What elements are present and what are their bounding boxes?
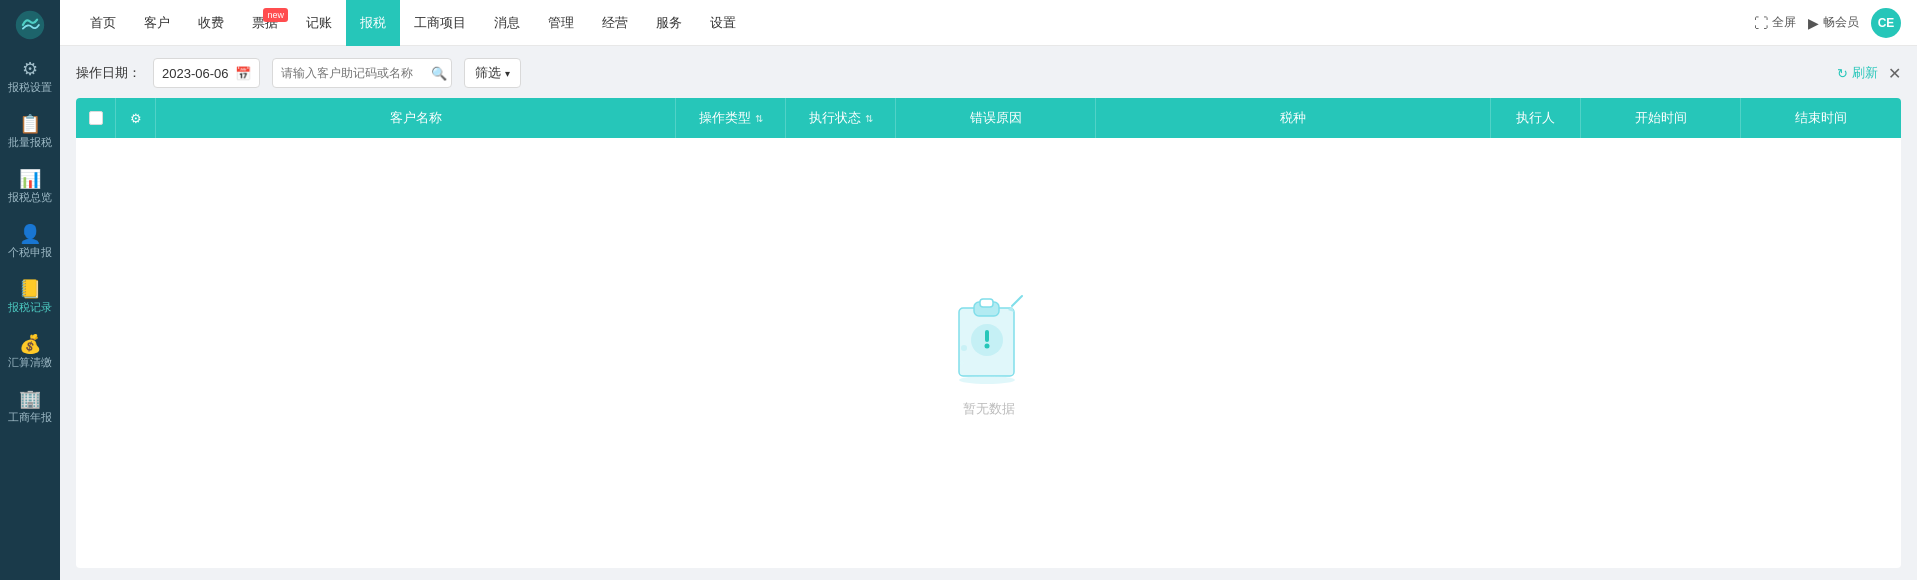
filter-label: 筛选 bbox=[475, 64, 501, 82]
refresh-label: 刷新 bbox=[1852, 64, 1878, 82]
play-icon: ▶ bbox=[1808, 15, 1819, 31]
date-picker[interactable]: 2023-06-06 📅 bbox=[153, 58, 260, 88]
filter-button[interactable]: 筛选 ▾ bbox=[464, 58, 521, 88]
sidebar-item-baoshui-zonglian[interactable]: 📊 报税总览 bbox=[0, 160, 60, 215]
chevron-down-icon: ▾ bbox=[505, 68, 510, 79]
sidebar-item-huisuan-jiaona[interactable]: 💰 汇算清缴 bbox=[0, 325, 60, 380]
sidebar-item-geshui-shenbao[interactable]: 👤 个税申报 bbox=[0, 215, 60, 270]
toolbar: 操作日期： 2023-06-06 📅 🔍 筛选 ▾ ↻ 刷新 ✕ bbox=[76, 58, 1901, 88]
sidebar-item-label: 批量报税 bbox=[8, 136, 52, 149]
table-header: ⚙ 客户名称 操作类型 ⇅ 执行状态 ⇅ 错误原因 税种 bbox=[76, 98, 1901, 138]
sort-icon: ⇅ bbox=[865, 113, 873, 124]
th-checkbox[interactable] bbox=[76, 98, 116, 138]
th-executor: 执行人 bbox=[1491, 98, 1581, 138]
member-label: 畅会员 bbox=[1823, 14, 1859, 31]
nav-item-shezhi[interactable]: 设置 bbox=[696, 0, 750, 46]
content-area: 操作日期： 2023-06-06 📅 🔍 筛选 ▾ ↻ 刷新 ✕ bbox=[60, 46, 1917, 580]
sidebar-logo bbox=[0, 0, 60, 50]
table-container: ⚙ 客户名称 操作类型 ⇅ 执行状态 ⇅ 错误原因 税种 bbox=[76, 98, 1901, 568]
new-badge: new bbox=[263, 8, 288, 23]
nav-item-kehu[interactable]: 客户 bbox=[130, 0, 184, 46]
th-start-time: 开始时间 bbox=[1581, 98, 1741, 138]
date-label: 操作日期： bbox=[76, 64, 141, 82]
nav-item-fuwu[interactable]: 服务 bbox=[642, 0, 696, 46]
sidebar-item-label: 报税记录 bbox=[8, 301, 52, 314]
refresh-icon: ↻ bbox=[1837, 66, 1848, 81]
baoshui-zonglian-icon: 📊 bbox=[19, 170, 41, 188]
empty-state: 暂无数据 bbox=[944, 288, 1034, 418]
baoshui-shezhi-icon: ⚙ bbox=[22, 60, 38, 78]
nav-item-xiaoxi[interactable]: 消息 bbox=[480, 0, 534, 46]
gongshang-nianbao-icon: 🏢 bbox=[19, 390, 41, 408]
nav-item-shoufei[interactable]: 收费 bbox=[184, 0, 238, 46]
sidebar-item-label: 工商年报 bbox=[8, 411, 52, 424]
nav-item-gongshang-xiangmu[interactable]: 工商项目 bbox=[400, 0, 480, 46]
sidebar-item-baoshui-jilu[interactable]: 📒 报税记录 bbox=[0, 270, 60, 325]
svg-point-9 bbox=[961, 345, 967, 351]
member-btn[interactable]: ▶ 畅会员 bbox=[1808, 14, 1859, 31]
th-gear[interactable]: ⚙ bbox=[116, 98, 156, 138]
search-box: 🔍 bbox=[272, 58, 452, 88]
sidebar: ⚙ 报税设置 📋 批量报税 📊 报税总览 👤 个税申报 📒 报税记录 💰 汇算清… bbox=[0, 0, 60, 580]
top-nav: 首页 客户 收费 票据 new 记账 报税 工商项目 消息 管理 经营 服务 设… bbox=[60, 0, 1917, 46]
sidebar-item-label: 报税设置 bbox=[8, 81, 52, 94]
calendar-icon: 📅 bbox=[235, 66, 251, 81]
sidebar-item-label: 个税申报 bbox=[8, 246, 52, 259]
th-error-reason: 错误原因 bbox=[896, 98, 1096, 138]
nav-item-guanli[interactable]: 管理 bbox=[534, 0, 588, 46]
nav-items: 首页 客户 收费 票据 new 记账 报税 工商项目 消息 管理 经营 服务 设… bbox=[76, 0, 1754, 46]
gear-icon: ⚙ bbox=[130, 111, 142, 126]
avatar[interactable]: CE bbox=[1871, 8, 1901, 38]
date-value: 2023-06-06 bbox=[162, 66, 229, 81]
sidebar-item-label: 汇算清缴 bbox=[8, 356, 52, 369]
fullscreen-label: 全屏 bbox=[1772, 14, 1796, 31]
sidebar-item-label: 报税总览 bbox=[8, 191, 52, 204]
nav-item-piaoju[interactable]: 票据 new bbox=[238, 0, 292, 46]
sidebar-item-gongshang-nianbao[interactable]: 🏢 工商年报 bbox=[0, 380, 60, 435]
nav-item-shouye[interactable]: 首页 bbox=[76, 0, 130, 46]
main-area: 首页 客户 收费 票据 new 记账 报税 工商项目 消息 管理 经营 服务 设… bbox=[60, 0, 1917, 580]
nav-item-baoshui[interactable]: 报税 bbox=[346, 0, 400, 46]
sort-icon: ⇅ bbox=[755, 113, 763, 124]
geshui-shenbao-icon: 👤 bbox=[19, 225, 41, 243]
svg-point-6 bbox=[984, 344, 989, 349]
fullscreen-btn[interactable]: ⛶ 全屏 bbox=[1754, 14, 1796, 31]
sidebar-item-baoshui-shezhi[interactable]: ⚙ 报税设置 bbox=[0, 50, 60, 105]
nav-item-jizhang[interactable]: 记账 bbox=[292, 0, 346, 46]
baoshui-jilu-icon: 📒 bbox=[19, 280, 41, 298]
svg-line-7 bbox=[1012, 296, 1022, 306]
sidebar-item-piliang-baoshui[interactable]: 📋 批量报税 bbox=[0, 105, 60, 160]
th-tax-type: 税种 bbox=[1096, 98, 1491, 138]
th-op-type[interactable]: 操作类型 ⇅ bbox=[676, 98, 786, 138]
close-icon: ✕ bbox=[1888, 65, 1901, 82]
nav-item-jingying[interactable]: 经营 bbox=[588, 0, 642, 46]
huisuan-jiaona-icon: 💰 bbox=[19, 335, 41, 353]
search-input[interactable] bbox=[281, 66, 431, 80]
empty-illustration bbox=[944, 288, 1034, 388]
th-end-time: 结束时间 bbox=[1741, 98, 1901, 138]
fullscreen-icon: ⛶ bbox=[1754, 15, 1768, 31]
svg-rect-3 bbox=[980, 299, 993, 307]
refresh-button[interactable]: ↻ 刷新 bbox=[1837, 64, 1878, 82]
svg-rect-5 bbox=[985, 330, 989, 342]
svg-point-11 bbox=[959, 376, 1015, 384]
th-exec-status[interactable]: 执行状态 ⇅ bbox=[786, 98, 896, 138]
empty-text: 暂无数据 bbox=[963, 400, 1015, 418]
close-button[interactable]: ✕ bbox=[1888, 64, 1901, 83]
piliang-baoshui-icon: 📋 bbox=[19, 115, 41, 133]
topnav-right: ⛶ 全屏 ▶ 畅会员 CE bbox=[1754, 8, 1901, 38]
th-client-name: 客户名称 bbox=[156, 98, 676, 138]
header-checkbox[interactable] bbox=[89, 111, 103, 125]
search-icon[interactable]: 🔍 bbox=[431, 66, 447, 81]
toolbar-right: ↻ 刷新 ✕ bbox=[1837, 64, 1901, 83]
svg-point-10 bbox=[960, 361, 964, 365]
table-body: 暂无数据 bbox=[76, 138, 1901, 568]
